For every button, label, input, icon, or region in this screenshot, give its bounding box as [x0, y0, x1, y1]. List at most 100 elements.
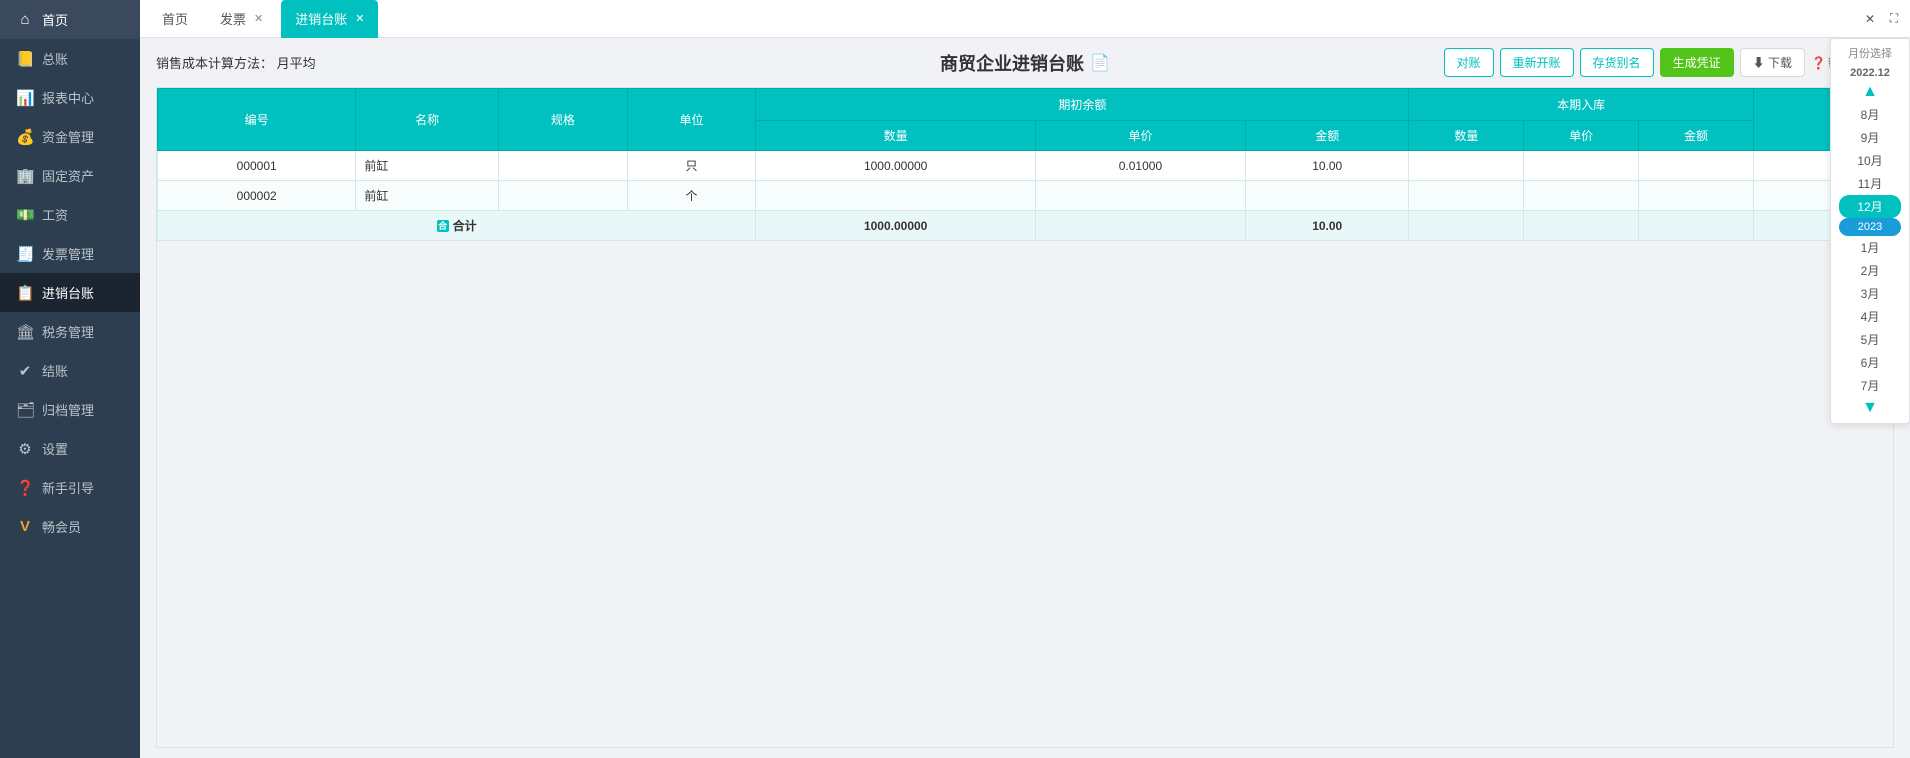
- sidebar-item-close[interactable]: ✔ 结账: [0, 351, 140, 390]
- cell-in-qty: [1409, 181, 1524, 211]
- sidebar-item-invoice-mgmt[interactable]: 🧾 发票管理: [0, 234, 140, 273]
- sidebar-item-salary[interactable]: 💵 工资: [0, 195, 140, 234]
- cell-opening-qty: 1000.00000: [756, 151, 1036, 181]
- salary-icon: 💵: [16, 206, 34, 224]
- cell-opening-amount: 10.00: [1245, 151, 1409, 181]
- col-header-spec: 规格: [498, 89, 627, 151]
- month-item-8[interactable]: 8月: [1831, 103, 1909, 126]
- sidebar-item-tax[interactable]: 🏛 税务管理: [0, 312, 140, 351]
- sidebar-item-ledger[interactable]: 📒 总账: [0, 39, 140, 78]
- tab-home[interactable]: 首页: [148, 0, 202, 38]
- col-header-code: 编号: [158, 89, 356, 151]
- cell-opening-amount: [1245, 181, 1409, 211]
- month-item-2[interactable]: 2月: [1831, 259, 1909, 282]
- cell-spec: [498, 151, 627, 181]
- month-item-1[interactable]: 1月: [1831, 236, 1909, 259]
- guide-icon: ❓: [16, 479, 34, 497]
- data-table: 编号 名称 规格 单位 期初余额 本期入库 数量 单价 金额 数量 单价: [156, 87, 1894, 748]
- sidebar-item-settings[interactable]: ⚙ 设置: [0, 429, 140, 468]
- col-header-unit: 单位: [627, 89, 756, 151]
- month-item-4[interactable]: 4月: [1831, 305, 1909, 328]
- generate-voucher-button[interactable]: 生成凭证: [1660, 48, 1734, 77]
- total-in-price: [1524, 211, 1639, 241]
- sidebar-item-home[interactable]: ⌂ 首页: [0, 0, 140, 39]
- scroll-up-button[interactable]: ▲: [1860, 81, 1880, 103]
- tab-invoice[interactable]: 发票 ✕: [206, 0, 277, 38]
- top-info-bar: 销售成本计算方法： 月平均 商贸企业进销台账 📄 对账 重新开账 存货别名 生成…: [156, 48, 1894, 77]
- help-icon: ❓: [1811, 56, 1826, 70]
- month-item-12[interactable]: 12月: [1839, 195, 1901, 218]
- tab-stock-ledger-close[interactable]: ✕: [355, 12, 364, 25]
- cell-opening-price: [1035, 181, 1245, 211]
- sidebar-item-stock-ledger[interactable]: 📋 进销台账: [0, 273, 140, 312]
- reconcile-button[interactable]: 对账: [1444, 48, 1494, 77]
- cell-opening-price: 0.01000: [1035, 151, 1245, 181]
- total-in-amount: [1639, 211, 1754, 241]
- table-row: 000001 前缸 只 1000.00000 0.01000 10.00: [158, 151, 1893, 181]
- cell-spec: [498, 181, 627, 211]
- month-item-5[interactable]: 5月: [1831, 328, 1909, 351]
- col-sub-in-price: 单价: [1524, 121, 1639, 151]
- total-in-qty: [1409, 211, 1524, 241]
- toolbar: 对账 重新开账 存货别名 生成凭证 ⬇ 下载 ❓ 帮助 ↻ 刷新: [1444, 48, 1894, 77]
- cell-in-price: [1524, 181, 1639, 211]
- cell-in-price: [1524, 151, 1639, 181]
- funds-icon: 💰: [16, 128, 34, 146]
- total-opening-qty: 1000.00000: [756, 211, 1036, 241]
- col-sub-in-qty: 数量: [1409, 121, 1524, 151]
- sidebar: ⌂ 首页 📒 总账 📊 报表中心 💰 资金管理 🏢 固定资产 💵 工资 🧾 发票…: [0, 0, 140, 758]
- month-panel: 月份选择 2022.12 ▲ 8月 9月 10月 11月 12月 2023 1月…: [1830, 38, 1910, 424]
- month-item-7[interactable]: 7月: [1831, 374, 1909, 397]
- page-title-icon[interactable]: 📄: [1090, 53, 1110, 73]
- tax-icon: 🏛: [16, 323, 34, 341]
- sidebar-item-reports[interactable]: 📊 报表中心: [0, 78, 140, 117]
- page-title: 商贸企业进销台账 📄: [940, 50, 1110, 76]
- total-row: 合 合计 1000.00000 10.00: [158, 211, 1893, 241]
- col-header-name: 名称: [356, 89, 499, 151]
- settings-icon: ⚙: [16, 440, 34, 458]
- sidebar-item-membership[interactable]: V 畅会员: [0, 507, 140, 546]
- month-item-10[interactable]: 10月: [1831, 149, 1909, 172]
- window-controls: ✕ ⛶: [1862, 11, 1902, 27]
- table-row: 000002 前缸 个: [158, 181, 1893, 211]
- sidebar-item-funds[interactable]: 💰 资金管理: [0, 117, 140, 156]
- total-text: 合计: [453, 217, 477, 234]
- download-button[interactable]: ⬇ 下载: [1740, 48, 1805, 77]
- stock-ledger-icon: 📋: [16, 284, 34, 302]
- download-icon: ⬇: [1753, 56, 1765, 70]
- sidebar-item-archive[interactable]: 🗂 归档管理: [0, 390, 140, 429]
- cell-code: 000002: [158, 181, 356, 211]
- total-opening-price: [1035, 211, 1245, 241]
- tab-bar: 首页 发票 ✕ 进销台账 ✕ ✕ ⛶: [140, 0, 1910, 38]
- month-item-3[interactable]: 3月: [1831, 282, 1909, 305]
- month-item-6[interactable]: 6月: [1831, 351, 1909, 374]
- total-opening-amount: 10.00: [1245, 211, 1409, 241]
- year-2022-label: 2022.12: [1846, 65, 1894, 81]
- page-content: 销售成本计算方法： 月平均 商贸企业进销台账 📄 对账 重新开账 存货别名 生成…: [140, 38, 1910, 758]
- cell-name: 前缸: [356, 151, 499, 181]
- membership-icon: V: [16, 518, 34, 535]
- tab-invoice-close[interactable]: ✕: [254, 12, 263, 25]
- col-sub-in-amount: 金额: [1639, 121, 1754, 151]
- cell-name: 前缸: [356, 181, 499, 211]
- total-label-cell: 合 合计: [158, 211, 756, 241]
- scroll-down-button[interactable]: ▼: [1860, 397, 1880, 419]
- col-sub-opening-amount: 金额: [1245, 121, 1409, 151]
- main-content: 首页 发票 ✕ 进销台账 ✕ ✕ ⛶ 销售成本计算方法： 月平均 商贸企业进销台…: [140, 0, 1910, 758]
- archive-icon: 🗂: [16, 401, 34, 419]
- window-close-button[interactable]: ✕: [1862, 11, 1878, 27]
- save-as-button[interactable]: 存货别名: [1580, 48, 1654, 77]
- col-header-opening: 期初余额: [756, 89, 1409, 121]
- month-item-9[interactable]: 9月: [1831, 126, 1909, 149]
- cell-in-amount: [1639, 181, 1754, 211]
- cell-unit: 只: [627, 151, 756, 181]
- year-2023-badge: 2023: [1839, 218, 1901, 236]
- sidebar-item-guide[interactable]: ❓ 新手引导: [0, 468, 140, 507]
- sidebar-item-assets[interactable]: 🏢 固定资产: [0, 156, 140, 195]
- invoice-mgmt-icon: 🧾: [16, 245, 34, 263]
- month-item-11[interactable]: 11月: [1831, 172, 1909, 195]
- tab-stock-ledger[interactable]: 进销台账 ✕: [281, 0, 378, 38]
- window-maximize-button[interactable]: ⛶: [1886, 11, 1902, 27]
- col-header-inbound: 本期入库: [1409, 89, 1753, 121]
- reopen-button[interactable]: 重新开账: [1500, 48, 1574, 77]
